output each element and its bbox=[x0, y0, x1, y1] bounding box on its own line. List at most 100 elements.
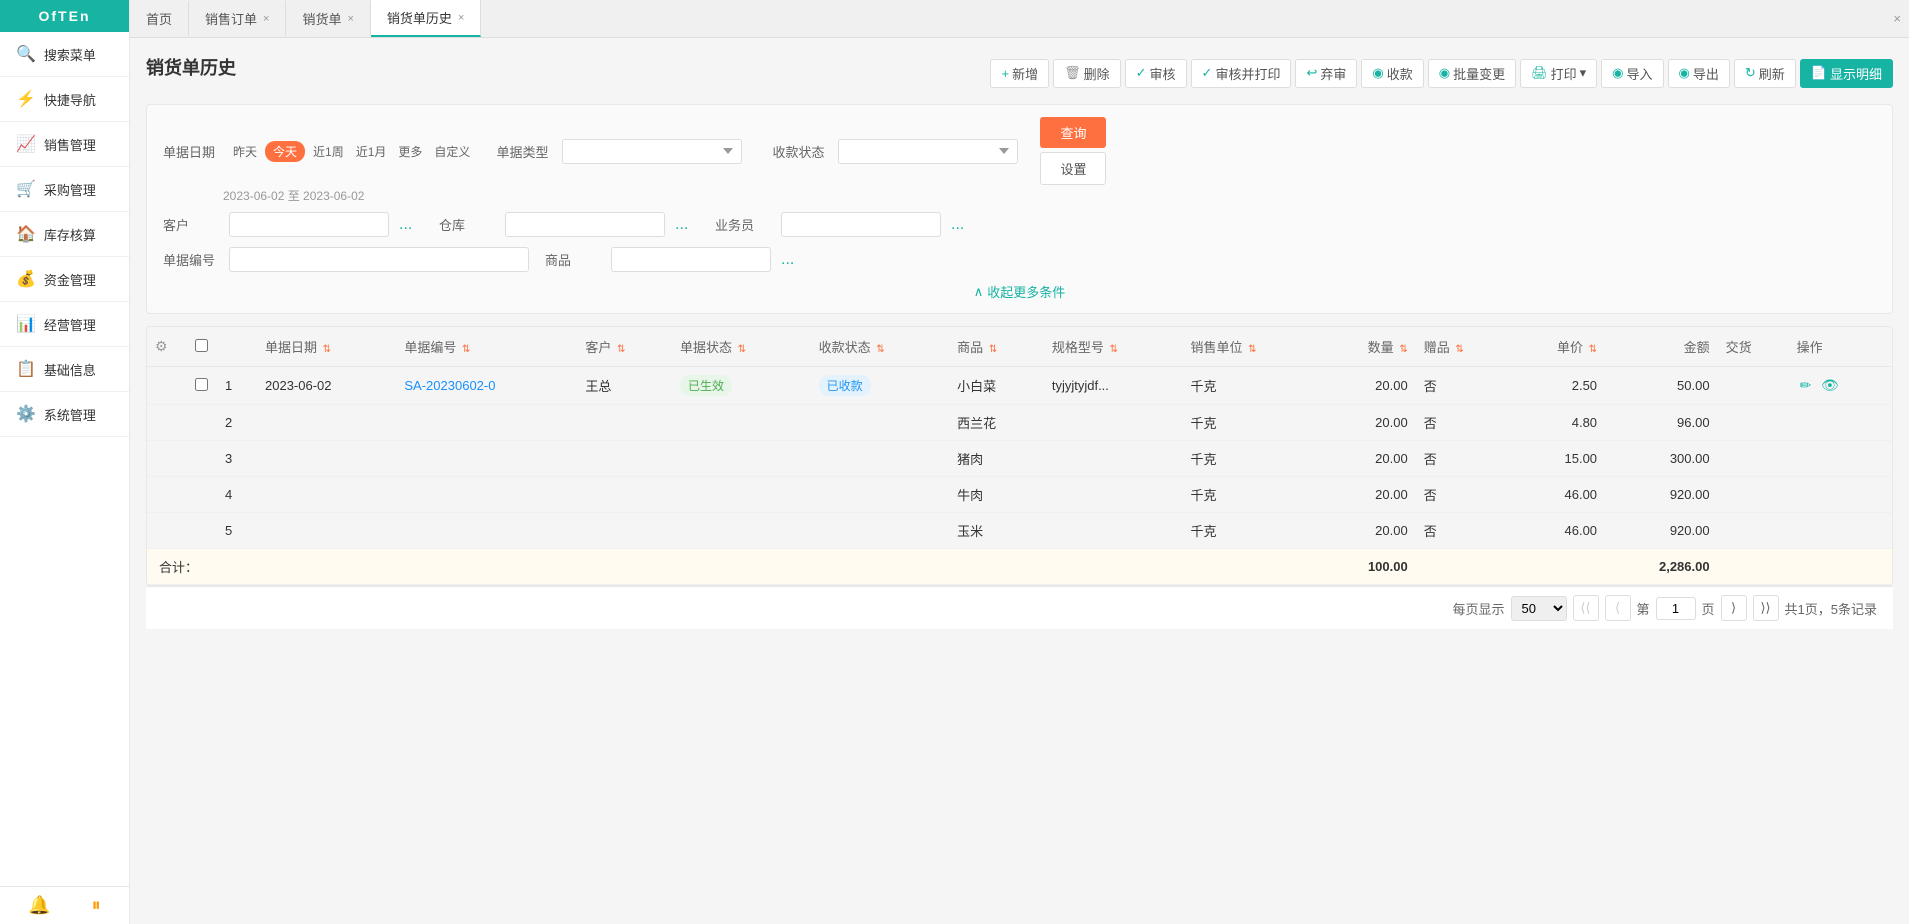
shortcut-custom[interactable]: 自定义 bbox=[430, 141, 474, 162]
col-gift: 赠品 ⇅ bbox=[1416, 327, 1511, 367]
page-input[interactable] bbox=[1656, 597, 1696, 620]
row-no-cell: 5 bbox=[217, 513, 257, 549]
pause-icon[interactable]: ⏸ bbox=[92, 895, 101, 916]
shortcut-month[interactable]: 近1月 bbox=[352, 141, 391, 162]
sidebar-item-system-mgmt[interactable]: ⚙️ 系统管理 bbox=[0, 392, 129, 437]
sidebar-item-purchase-mgmt[interactable]: 🛒 采购管理 bbox=[0, 167, 129, 212]
sort-doc-no-icon[interactable]: ⇅ bbox=[462, 344, 470, 355]
query-button[interactable]: 查询 bbox=[1040, 117, 1106, 148]
shortcut-more[interactable]: 更多 bbox=[394, 141, 426, 162]
filter-date: 单据日期 昨天 今天 近1周 近1月 更多 自定义 bbox=[163, 141, 480, 162]
batch-change-button[interactable]: ◉ 批量变更 bbox=[1428, 59, 1516, 88]
col-spec: 规格型号 ⇅ bbox=[1044, 327, 1183, 367]
last-page-button[interactable]: ⟩⟩ bbox=[1753, 595, 1779, 621]
sort-goods-icon[interactable]: ⇅ bbox=[989, 344, 997, 355]
sidebar-item-sales-mgmt[interactable]: 📈 销售管理 bbox=[0, 122, 129, 167]
salesperson-ellipsis[interactable]: ... bbox=[947, 216, 968, 234]
close-sales-history-icon[interactable]: × bbox=[458, 12, 464, 24]
add-button[interactable]: + 新增 bbox=[990, 59, 1049, 88]
sidebar-item-quick-nav[interactable]: ⚡ 快捷导航 bbox=[0, 77, 129, 122]
goods-ellipsis[interactable]: ... bbox=[777, 251, 798, 269]
sort-unit-icon[interactable]: ⇅ bbox=[1248, 344, 1256, 355]
select-all-checkbox[interactable] bbox=[195, 339, 208, 352]
doc-type-select[interactable] bbox=[562, 139, 742, 164]
sort-unit-price-icon[interactable]: ⇅ bbox=[1589, 344, 1597, 355]
row-pay-status: 已收款 bbox=[811, 367, 950, 405]
notification-icon[interactable]: 🔔 bbox=[28, 895, 50, 916]
sort-gift-icon[interactable]: ⇅ bbox=[1455, 344, 1463, 355]
export-button[interactable]: ◉ 导出 bbox=[1668, 59, 1730, 88]
row-doc-no bbox=[396, 477, 577, 513]
shortcut-today[interactable]: 今天 bbox=[265, 141, 305, 162]
row-doc-date bbox=[257, 477, 396, 513]
refresh-button[interactable]: ↻ 刷新 bbox=[1734, 59, 1796, 88]
abandon-button[interactable]: ↩ 弃审 bbox=[1295, 59, 1357, 88]
sidebar-item-operations[interactable]: 📊 经营管理 bbox=[0, 302, 129, 347]
import-button[interactable]: ◉ 导入 bbox=[1601, 59, 1663, 88]
show-detail-button[interactable]: 📄 显示明细 bbox=[1800, 59, 1893, 88]
col-gift-label: 赠品 bbox=[1424, 340, 1450, 355]
tab-sales-order[interactable]: 销售订单 × bbox=[189, 1, 286, 36]
payment-status-select[interactable] bbox=[838, 139, 1018, 164]
sidebar-item-basic-info[interactable]: 📋 基础信息 bbox=[0, 347, 129, 392]
tab-sales-history[interactable]: 销货单历史 × bbox=[371, 0, 481, 37]
first-page-button[interactable]: ⟨⟨ bbox=[1573, 595, 1599, 621]
row-doc-no bbox=[396, 441, 577, 477]
row-checkbox[interactable] bbox=[195, 378, 208, 391]
row-qty: 20.00 bbox=[1321, 513, 1416, 549]
shortcut-week[interactable]: 近1周 bbox=[309, 141, 348, 162]
print-icon: 🖨 bbox=[1531, 65, 1548, 81]
row-checkbox-cell bbox=[187, 367, 217, 405]
refresh-icon: ↻ bbox=[1745, 65, 1756, 81]
collect-button[interactable]: ◉ 收款 bbox=[1361, 59, 1423, 88]
collapse-button[interactable]: ∧ 收起更多条件 bbox=[163, 282, 1876, 301]
sort-doc-status-icon[interactable]: ⇅ bbox=[738, 344, 746, 355]
row-spec bbox=[1044, 477, 1183, 513]
row-unit-price: 4.80 bbox=[1510, 405, 1605, 441]
col-action: 操作 bbox=[1789, 327, 1892, 367]
sort-pay-status-icon[interactable]: ⇅ bbox=[876, 344, 884, 355]
delete-label: 删除 bbox=[1084, 64, 1110, 83]
row-customer bbox=[577, 513, 672, 549]
gear-icon[interactable]: ⚙ bbox=[155, 338, 168, 354]
pay-status-badge: 已收款 bbox=[819, 375, 871, 396]
sort-spec-icon[interactable]: ⇅ bbox=[1109, 344, 1117, 355]
customer-input[interactable] bbox=[229, 212, 389, 237]
next-page-button[interactable]: ⟩ bbox=[1721, 595, 1747, 621]
sort-customer-icon[interactable]: ⇅ bbox=[617, 344, 625, 355]
sort-qty-icon[interactable]: ⇅ bbox=[1399, 344, 1407, 355]
purchase-mgmt-icon: 🛒 bbox=[16, 179, 36, 199]
close-all-tabs[interactable]: × bbox=[1893, 11, 1909, 26]
tab-sales-order-label: 销售订单 bbox=[205, 9, 257, 28]
customer-ellipsis[interactable]: ... bbox=[395, 216, 416, 234]
audit-button[interactable]: ✓ 审核 bbox=[1125, 59, 1187, 88]
delete-button[interactable]: 🗑 删除 bbox=[1053, 59, 1121, 88]
tab-sales-delivery[interactable]: 销货单 × bbox=[286, 1, 370, 36]
row-spec bbox=[1044, 405, 1183, 441]
operations-icon: 📊 bbox=[16, 314, 36, 334]
doc-no-input[interactable] bbox=[229, 247, 529, 272]
close-sales-order-icon[interactable]: × bbox=[263, 13, 269, 25]
setting-button[interactable]: 设置 bbox=[1040, 152, 1106, 185]
goods-input[interactable] bbox=[611, 247, 771, 272]
row-goods: 猪肉 bbox=[949, 441, 1044, 477]
close-sales-delivery-icon[interactable]: × bbox=[347, 13, 353, 25]
tab-home[interactable]: 首页 bbox=[130, 1, 189, 36]
warehouse-input[interactable] bbox=[505, 212, 665, 237]
per-page-select[interactable]: 50 10 20 100 bbox=[1511, 596, 1567, 621]
edit-icon[interactable]: ✏ bbox=[1800, 377, 1812, 393]
sidebar-item-search-menu[interactable]: 🔍 搜索菜单 bbox=[0, 32, 129, 77]
shortcut-yesterday[interactable]: 昨天 bbox=[229, 141, 261, 162]
sort-doc-date-icon[interactable]: ⇅ bbox=[323, 344, 331, 355]
col-row-no bbox=[217, 327, 257, 367]
table-row: 1 2023-06-02 SA-20230602-0 王总 已生效 已收款 小白… bbox=[147, 367, 1892, 405]
doc-no-link[interactable]: SA-20230602-0 bbox=[404, 378, 495, 393]
prev-page-button[interactable]: ⟨ bbox=[1605, 595, 1631, 621]
print-button[interactable]: 🖨 打印 ▾ bbox=[1520, 59, 1597, 88]
salesperson-input[interactable] bbox=[781, 212, 941, 237]
sidebar-item-finance[interactable]: 💰 资金管理 bbox=[0, 257, 129, 302]
sidebar-item-inventory[interactable]: 🏠 库存核算 bbox=[0, 212, 129, 257]
view-icon[interactable]: 👁 bbox=[1821, 377, 1839, 393]
warehouse-ellipsis[interactable]: ... bbox=[671, 216, 692, 234]
audit-print-button[interactable]: ✓ 审核并打印 bbox=[1191, 59, 1292, 88]
